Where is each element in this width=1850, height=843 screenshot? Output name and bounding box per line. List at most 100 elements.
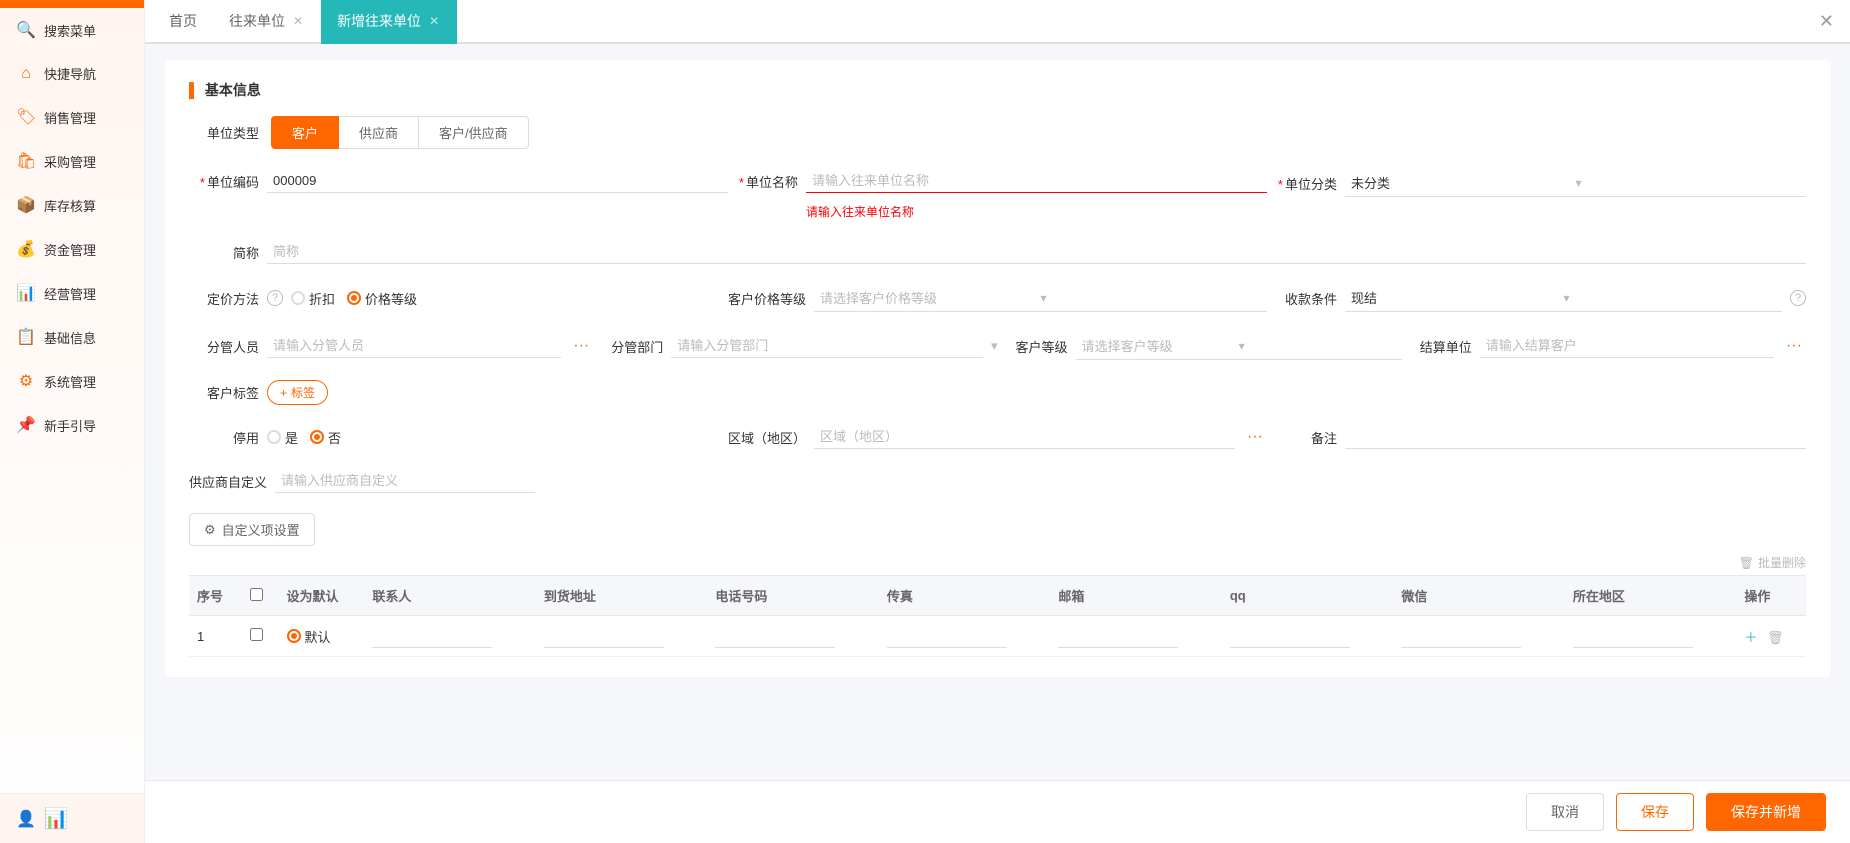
unit-name-input[interactable] — [806, 169, 1267, 193]
customer-price-level-label: 客户价格等级 — [728, 289, 806, 308]
row-contact — [364, 616, 536, 657]
batch-delete-label: 批量删除 — [1758, 554, 1806, 571]
bottom-action-bar: 取消 保存 保存并新增 — [145, 780, 1850, 843]
region-input[interactable] — [814, 425, 1235, 449]
search-icon: 🔍 — [16, 20, 36, 40]
unit-name-label: 单位名称 — [728, 172, 798, 191]
select-all-checkbox[interactable] — [250, 588, 263, 601]
disabled-label: 停用 — [189, 428, 259, 447]
sidebar-item-guide[interactable]: 📌 新手引导 — [0, 403, 144, 447]
chevron-down-icon2: ▾ — [1041, 291, 1262, 305]
tab-partners-close[interactable]: ✕ — [291, 14, 305, 28]
disabled-yes-label: 是 — [285, 428, 298, 447]
supplier-custom-input[interactable] — [275, 469, 535, 493]
row-phone — [707, 616, 879, 657]
disabled-radio-group: 是 否 — [267, 428, 341, 447]
pricing-radio-discount[interactable]: 折扣 — [291, 289, 335, 308]
row-phone-input[interactable] — [715, 624, 835, 648]
save-button[interactable]: 保存 — [1616, 793, 1694, 831]
tab-partners[interactable]: 往来单位 ✕ — [213, 0, 321, 44]
payment-terms-select[interactable]: 现结 ▾ — [1345, 284, 1782, 312]
pricing-discount-label: 折扣 — [309, 289, 335, 308]
th-wechat: 微信 — [1393, 576, 1565, 616]
unit-code-input[interactable] — [267, 169, 728, 193]
sidebar-item-operations[interactable]: 📊 经营管理 — [0, 271, 144, 315]
custom-settings-label: 自定义项设置 — [222, 520, 300, 539]
unit-btn-customer[interactable]: 客户 — [271, 116, 339, 149]
disabled-no[interactable]: 否 — [310, 428, 341, 447]
tab-new-partner-close[interactable]: ✕ — [427, 14, 441, 28]
row-email-input[interactable] — [1058, 624, 1178, 648]
remark-field: 备注 — [1267, 425, 1806, 449]
cancel-button[interactable]: 取消 — [1526, 793, 1604, 831]
remark-input[interactable] — [1345, 425, 1806, 449]
row-address — [536, 616, 708, 657]
row-region-input[interactable] — [1573, 624, 1693, 648]
table-body: 1 默认 — [189, 616, 1806, 657]
unit-btn-both[interactable]: 客户/供应商 — [419, 116, 529, 149]
row-wechat-input[interactable] — [1401, 624, 1521, 648]
manager-more-icon[interactable]: ··· — [569, 337, 593, 355]
customer-level-label: 客户等级 — [998, 337, 1068, 356]
sidebar-item-label: 资金管理 — [44, 240, 96, 259]
gear-icon: ⚙ — [16, 371, 36, 391]
supplier-custom-label: 供应商自定义 — [189, 472, 267, 491]
sidebar-item-system[interactable]: ⚙ 系统管理 — [0, 359, 144, 403]
payment-info-icon[interactable]: ? — [1790, 290, 1806, 306]
user-icon: 👤 — [16, 809, 36, 829]
sidebar-item-purchase[interactable]: 🛍 采购管理 — [0, 139, 144, 183]
customer-level-select[interactable]: 请选择客户等级 ▾ — [1076, 332, 1402, 360]
pricing-method-field: 定价方法 ? 折扣 价格等级 — [189, 289, 728, 308]
tab-new-partner[interactable]: 新增往来单位 ✕ — [321, 0, 457, 44]
sidebar-item-sales[interactable]: 🏷 销售管理 — [0, 95, 144, 139]
settlement-more-icon[interactable]: ··· — [1782, 337, 1806, 355]
list-icon: 📋 — [16, 327, 36, 347]
region-label: 区域（地区） — [728, 428, 806, 447]
row-delete-icon[interactable]: 🗑 — [1767, 630, 1784, 645]
row-ops: ＋ 🗑 — [1736, 616, 1806, 657]
tab-bar-close-button[interactable]: ✕ — [1811, 11, 1842, 32]
sidebar-item-basic[interactable]: 📋 基础信息 — [0, 315, 144, 359]
customer-price-level-placeholder: 请选择客户价格等级 — [820, 288, 1041, 307]
add-tag-button[interactable]: + 标签 — [267, 380, 328, 405]
unit-category-select[interactable]: 未分类 ▾ — [1345, 169, 1806, 197]
sidebar-item-quick-nav[interactable]: ⌂ 快捷导航 — [0, 52, 144, 95]
row-address-input[interactable] — [544, 624, 664, 648]
row-email — [1050, 616, 1222, 657]
row-qq-input[interactable] — [1230, 624, 1350, 648]
save-and-new-button[interactable]: 保存并新增 — [1706, 793, 1826, 831]
row-default-radio[interactable]: 默认 — [287, 627, 357, 646]
th-address: 到货地址 — [536, 576, 708, 616]
sidebar-item-search[interactable]: 🔍 搜索菜单 — [0, 8, 144, 52]
manager-input[interactable] — [267, 334, 561, 358]
contacts-table: 序号 设为默认 联系人 到货地址 电话号码 传真 邮箱 qq 微信 所在地区 操… — [189, 575, 1806, 657]
row-default: 默认 — [279, 616, 365, 657]
code-name-category-row: 单位编码 单位名称 请输入往来单位名称 单位分类 未分类 ▾ — [189, 169, 1806, 220]
th-email: 邮箱 — [1050, 576, 1222, 616]
radio-level-circle — [347, 291, 361, 305]
region-more-icon[interactable]: ··· — [1243, 428, 1267, 446]
custom-settings-button[interactable]: ⚙ 自定义项设置 — [189, 513, 315, 546]
settings-icon: ⚙ — [204, 522, 216, 538]
department-input[interactable] — [671, 334, 983, 358]
customer-price-level-select[interactable]: 请选择客户价格等级 ▾ — [814, 284, 1267, 312]
th-contact: 联系人 — [364, 576, 536, 616]
short-name-input[interactable] — [267, 240, 1806, 264]
sidebar-item-inventory[interactable]: 📦 库存核算 — [0, 183, 144, 227]
supplier-custom-row: 供应商自定义 — [189, 469, 1806, 493]
pricing-radio-group: 折扣 价格等级 — [291, 289, 417, 308]
disabled-yes[interactable]: 是 — [267, 428, 298, 447]
pricing-info-icon[interactable]: ? — [267, 290, 283, 306]
pricing-radio-level[interactable]: 价格等级 — [347, 289, 417, 308]
sidebar-item-finance[interactable]: 💰 资金管理 — [0, 227, 144, 271]
row-select-checkbox[interactable] — [250, 628, 263, 641]
unit-btn-supplier[interactable]: 供应商 — [339, 116, 419, 149]
settlement-unit-input[interactable] — [1480, 334, 1774, 358]
basic-info-card: ▌ 基本信息 单位类型 客户 供应商 客户/供应商 单位编码 — [165, 60, 1830, 677]
unit-type-row: 单位类型 客户 供应商 客户/供应商 — [189, 116, 1806, 149]
row-fax-input[interactable] — [887, 624, 1007, 648]
tab-home[interactable]: 首页 — [153, 0, 213, 44]
row-contact-input[interactable] — [372, 624, 492, 648]
batch-delete-row[interactable]: 🗑 批量删除 — [189, 554, 1806, 571]
row-add-icon[interactable]: ＋ — [1744, 630, 1757, 645]
